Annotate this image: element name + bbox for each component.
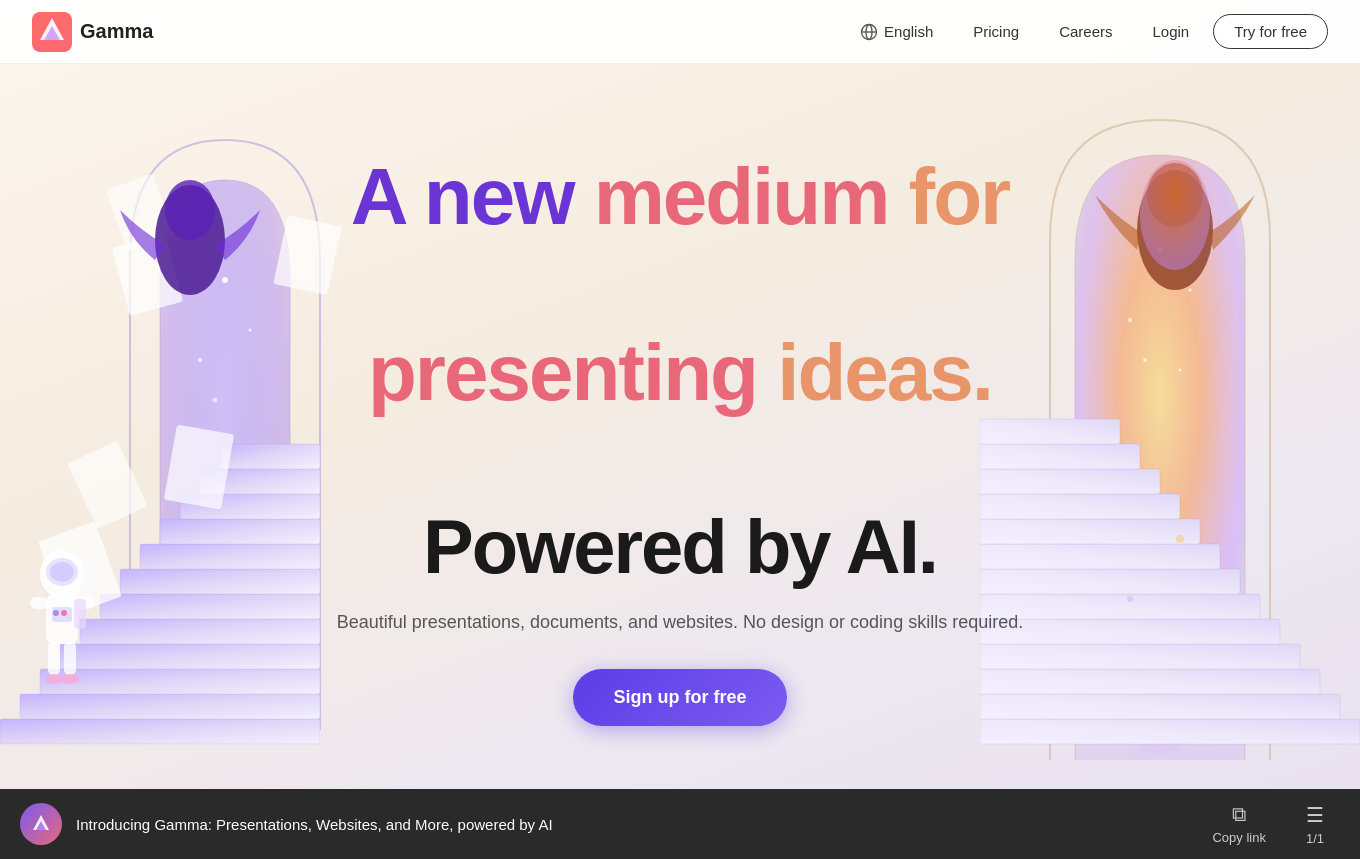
logo-text: Gamma xyxy=(80,20,153,43)
svg-point-66 xyxy=(1127,596,1133,602)
portal-right-decoration xyxy=(1020,60,1300,760)
title-word-medium: medium xyxy=(594,152,889,241)
svg-rect-33 xyxy=(200,469,320,494)
svg-point-40 xyxy=(50,562,74,582)
svg-point-16 xyxy=(1128,318,1132,322)
svg-rect-52 xyxy=(980,719,1360,744)
svg-point-47 xyxy=(61,674,79,684)
svg-point-39 xyxy=(46,558,78,586)
svg-point-51 xyxy=(61,610,67,616)
logo[interactable]: Gamma xyxy=(32,12,153,52)
globe-icon xyxy=(860,23,878,41)
svg-rect-55 xyxy=(980,644,1300,669)
pricing-link[interactable]: Pricing xyxy=(957,15,1035,48)
title-word-a: A xyxy=(351,152,404,241)
careers-link[interactable]: Careers xyxy=(1043,15,1128,48)
svg-point-11 xyxy=(249,329,252,332)
title-line2: Powered by AI. xyxy=(337,505,1023,589)
svg-rect-37 xyxy=(164,425,234,510)
svg-rect-29 xyxy=(120,569,320,594)
title-word-new: new xyxy=(424,152,574,241)
svg-rect-43 xyxy=(76,597,94,609)
svg-point-10 xyxy=(198,358,202,362)
title-word-ideas: ideas. xyxy=(777,328,992,417)
portal-left-decoration xyxy=(100,80,350,730)
svg-point-15 xyxy=(1157,247,1163,253)
hero-content: A new medium for presenting ideas. Power… xyxy=(337,153,1023,727)
bottom-bar-left: Introducing Gamma: Presentations, Websit… xyxy=(20,803,1196,845)
svg-rect-44 xyxy=(48,641,60,676)
sign-up-button[interactable]: Sign up for free xyxy=(573,669,786,726)
svg-rect-36 xyxy=(67,441,147,529)
bottom-bar-right: ⧉ Copy link ☰ 1/1 xyxy=(1196,795,1340,854)
page-count[interactable]: ☰ 1/1 xyxy=(1290,795,1340,854)
svg-point-19 xyxy=(1179,369,1182,372)
svg-rect-23 xyxy=(0,719,320,744)
copy-link-button[interactable]: ⧉ Copy link xyxy=(1196,795,1281,853)
bottom-bar: Introducing Gamma: Presentations, Websit… xyxy=(0,789,1360,859)
svg-rect-8 xyxy=(273,215,341,295)
svg-point-13 xyxy=(155,185,225,295)
bottom-description: Introducing Gamma: Presentations, Websit… xyxy=(76,816,553,833)
nav-right: English Pricing Careers Login Try for fr… xyxy=(844,14,1328,49)
language-label: English xyxy=(884,23,933,40)
try-free-button[interactable]: Try for free xyxy=(1213,14,1328,49)
svg-point-9 xyxy=(222,277,228,283)
svg-point-14 xyxy=(165,180,215,240)
title-word-for: for xyxy=(909,152,1010,241)
svg-rect-56 xyxy=(980,619,1280,644)
copy-label: Copy link xyxy=(1212,830,1265,845)
svg-rect-30 xyxy=(140,544,320,569)
svg-rect-54 xyxy=(980,669,1320,694)
login-link[interactable]: Login xyxy=(1137,15,1206,48)
svg-rect-45 xyxy=(64,641,76,676)
svg-rect-28 xyxy=(100,594,320,619)
svg-point-12 xyxy=(213,398,218,403)
svg-rect-41 xyxy=(46,594,78,644)
svg-rect-49 xyxy=(52,607,72,622)
svg-point-22 xyxy=(1140,160,1210,270)
staircase-right xyxy=(980,219,1360,799)
svg-rect-6 xyxy=(112,234,183,316)
svg-rect-24 xyxy=(20,694,320,719)
svg-rect-34 xyxy=(220,444,320,469)
svg-rect-7 xyxy=(106,173,175,251)
svg-point-50 xyxy=(53,610,59,616)
svg-rect-32 xyxy=(180,494,320,519)
svg-rect-27 xyxy=(80,619,320,644)
svg-rect-42 xyxy=(30,597,48,609)
svg-rect-26 xyxy=(60,644,320,669)
svg-point-46 xyxy=(45,674,63,684)
astronaut-figure xyxy=(22,539,102,719)
bottom-logo xyxy=(20,803,62,845)
svg-rect-31 xyxy=(160,519,320,544)
copy-icon: ⧉ xyxy=(1232,803,1246,826)
hero-title: A new medium for presenting ideas. Power… xyxy=(337,153,1023,589)
logo-icon xyxy=(32,12,72,52)
language-selector[interactable]: English xyxy=(844,15,949,49)
page-count-icon: ☰ xyxy=(1306,803,1324,827)
svg-point-21 xyxy=(1147,163,1203,227)
svg-point-38 xyxy=(40,550,84,598)
svg-point-65 xyxy=(1176,535,1184,543)
title-word-presenting: presenting xyxy=(368,328,757,417)
hero-subtitle: Beautiful presentations, documents, and … xyxy=(337,612,1023,633)
page-count-label: 1/1 xyxy=(1306,831,1324,846)
svg-rect-35 xyxy=(38,521,122,617)
staircase-left xyxy=(0,249,320,799)
bottom-logo-icon xyxy=(29,812,53,836)
navbar: Gamma English Pricing Careers Login Try … xyxy=(0,0,1360,64)
svg-point-20 xyxy=(1137,170,1213,290)
svg-rect-25 xyxy=(40,669,320,694)
svg-point-17 xyxy=(1189,289,1192,292)
svg-rect-48 xyxy=(74,599,86,629)
svg-point-18 xyxy=(1143,358,1147,362)
hero-section: A new medium for presenting ideas. Power… xyxy=(0,0,1360,859)
svg-rect-53 xyxy=(980,694,1340,719)
